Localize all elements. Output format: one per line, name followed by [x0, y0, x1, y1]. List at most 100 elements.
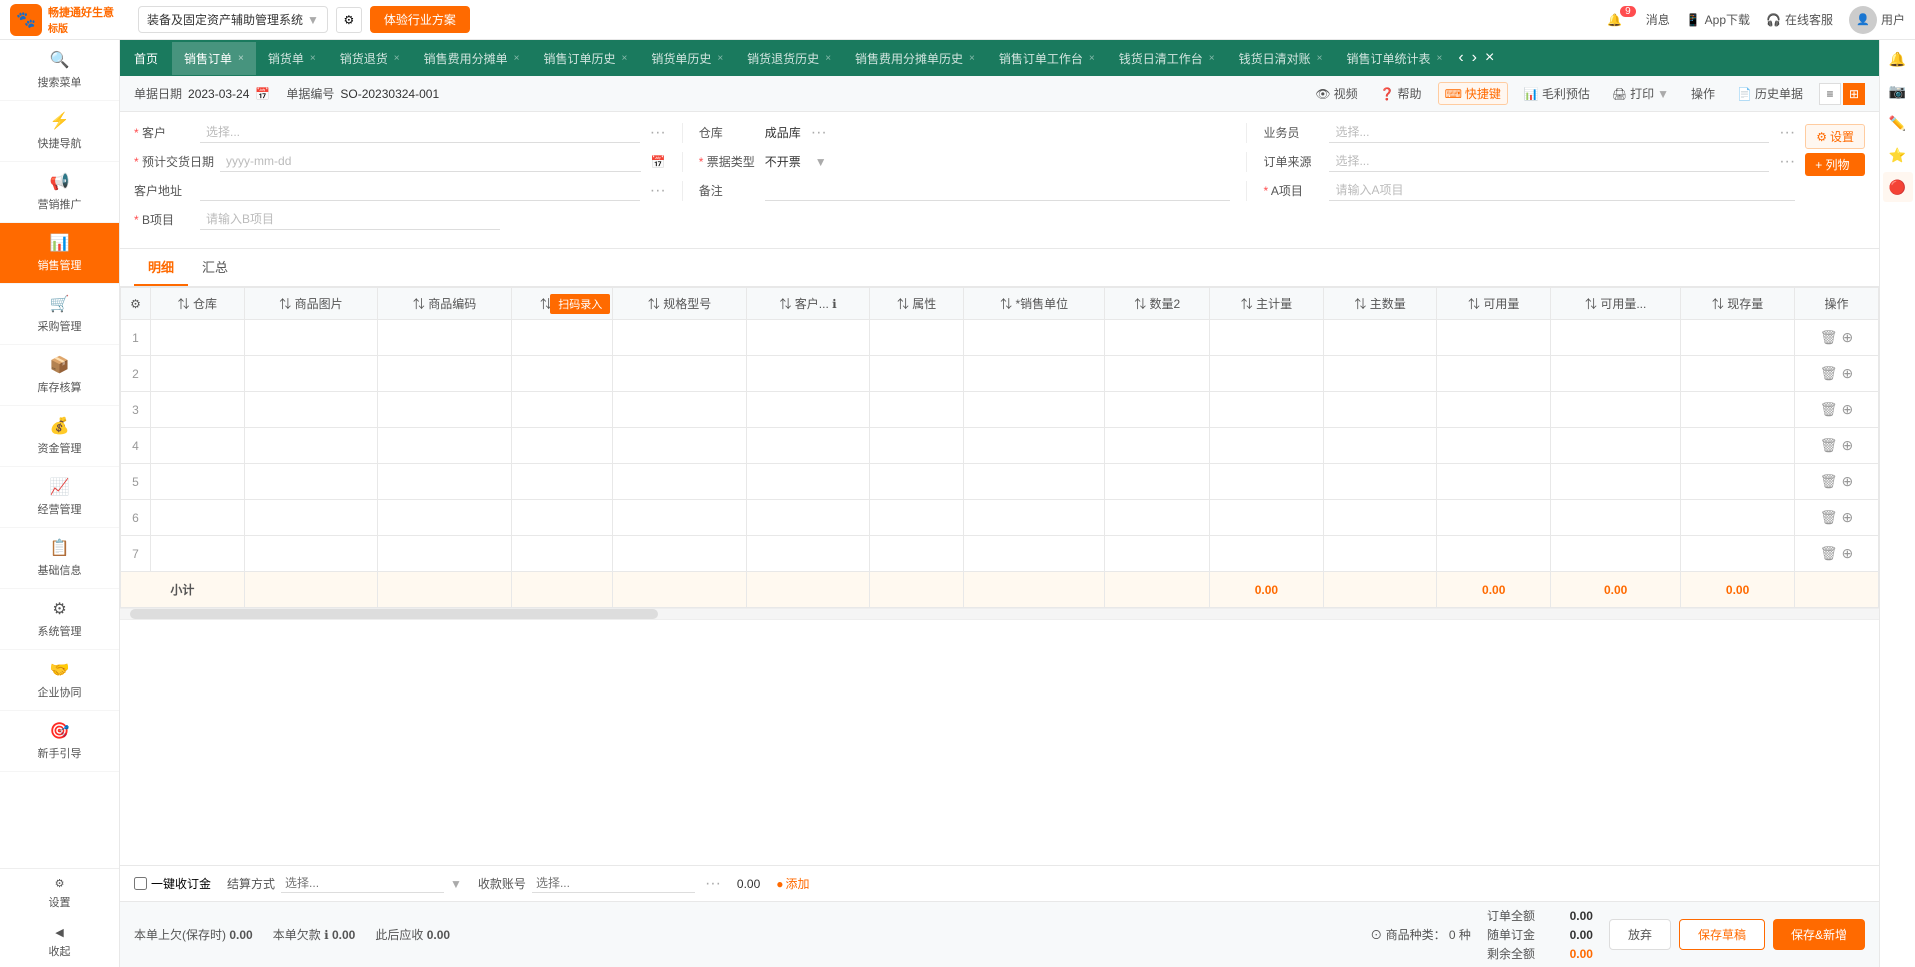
cell-customer-code[interactable]	[746, 536, 869, 572]
cell-available2[interactable]	[1551, 428, 1681, 464]
staff-dots-icon[interactable]: ···	[1779, 124, 1795, 142]
cell-unit[interactable]	[963, 356, 1104, 392]
tab-daily-reconcile[interactable]: 钱货日清对账 ×	[1227, 42, 1335, 75]
tab-prev-icon[interactable]: ‹	[1454, 49, 1467, 67]
cell-qty2[interactable]	[1105, 500, 1210, 536]
cell-image[interactable]	[244, 500, 378, 536]
cell-code[interactable]	[378, 428, 512, 464]
sidebar-item-management[interactable]: 📈 经营管理	[0, 467, 119, 528]
copy-icon[interactable]: ⊕	[1841, 473, 1853, 490]
right-alert-icon[interactable]: 🔴	[1883, 172, 1913, 202]
settings-icon[interactable]: ⚙	[336, 7, 362, 33]
sidebar-collapse-btn[interactable]: ◀ 收起	[0, 918, 119, 967]
cell-action[interactable]: 🗑⊕	[1794, 428, 1878, 464]
cell-available2[interactable]	[1551, 356, 1681, 392]
cell-goods[interactable]	[511, 356, 612, 392]
close-icon[interactable]: ×	[717, 53, 723, 64]
delete-icon[interactable]: 🗑	[1820, 329, 1838, 346]
sidebar-item-basic[interactable]: 📋 基础信息	[0, 528, 119, 589]
save-new-button[interactable]: 保存&新增	[1773, 919, 1865, 950]
cell-attr[interactable]	[870, 500, 964, 536]
print-btn[interactable]: 🖨 打印 ▼	[1606, 83, 1675, 104]
user-btn[interactable]: 👤 用户	[1849, 6, 1905, 34]
close-icon[interactable]: ×	[1209, 53, 1215, 64]
profit-btn[interactable]: 📊 毛利预估	[1518, 83, 1596, 104]
cell-action[interactable]: 🗑⊕	[1794, 464, 1878, 500]
horizontal-scrollbar[interactable]	[120, 608, 1879, 620]
solution-btn[interactable]: 体验行业方案	[370, 6, 470, 33]
cell-action[interactable]: 🗑⊕	[1794, 500, 1878, 536]
copy-icon[interactable]: ⊕	[1841, 509, 1853, 526]
delete-icon[interactable]: 🗑	[1820, 401, 1838, 418]
cell-image[interactable]	[244, 392, 378, 428]
th-qty2[interactable]: ⇅ 数量2	[1105, 288, 1210, 320]
close-icon[interactable]: ×	[621, 53, 627, 64]
cell-action[interactable]: 🗑⊕	[1794, 536, 1878, 572]
cell-customer-code[interactable]	[746, 320, 869, 356]
cell-qty2[interactable]	[1105, 536, 1210, 572]
close-icon[interactable]: ×	[1089, 53, 1095, 64]
cell-attr[interactable]	[870, 356, 964, 392]
cell-customer-code[interactable]	[746, 500, 869, 536]
right-edit-icon[interactable]: ✏️	[1883, 108, 1913, 138]
customer-input[interactable]	[200, 122, 640, 143]
add-col-button[interactable]: + 列物	[1805, 153, 1865, 176]
cell-main-qty[interactable]	[1323, 356, 1437, 392]
cell-image[interactable]	[244, 356, 378, 392]
th-attr[interactable]: ⇅ 属性	[870, 288, 964, 320]
cell-image[interactable]	[244, 320, 378, 356]
cell-unit[interactable]	[963, 464, 1104, 500]
cell-main-qty[interactable]	[1323, 392, 1437, 428]
cell-available[interactable]	[1437, 428, 1551, 464]
sidebar-item-system[interactable]: ⚙ 系统管理	[0, 589, 119, 650]
cell-action[interactable]: 🗑 ⊕	[1794, 320, 1878, 356]
cell-available[interactable]	[1437, 320, 1551, 356]
th-spec[interactable]: ⇅ 规格型号	[613, 288, 747, 320]
cell-attr[interactable]	[870, 428, 964, 464]
cell-main-qty[interactable]	[1323, 320, 1437, 356]
shortcut-btn[interactable]: ⌨ 快捷键	[1438, 82, 1508, 105]
cell-stock[interactable]	[1681, 500, 1795, 536]
invoice-chevron-icon[interactable]: ▼	[815, 155, 827, 169]
tab-next-icon[interactable]: ›	[1468, 49, 1481, 67]
right-notification-icon[interactable]: 🔔	[1883, 44, 1913, 74]
warehouse-dots-icon[interactable]: ···	[811, 124, 827, 142]
delete-icon[interactable]: 🗑	[1820, 545, 1838, 562]
cell-customer-code[interactable]	[746, 428, 869, 464]
close-icon[interactable]: ×	[1436, 53, 1442, 64]
copy-icon[interactable]: ⊕	[1841, 365, 1853, 382]
account-dots-icon[interactable]: ···	[705, 875, 721, 893]
cell-main-measure[interactable]	[1210, 536, 1324, 572]
cell-spec[interactable]	[613, 356, 747, 392]
cell-available2[interactable]	[1551, 392, 1681, 428]
cell-main-measure[interactable]	[1210, 392, 1324, 428]
right-camera-icon[interactable]: 📷	[1883, 76, 1913, 106]
save-draft-button[interactable]: 保存草稿	[1679, 919, 1765, 950]
cell-available2[interactable]	[1551, 464, 1681, 500]
cell-image[interactable]	[244, 464, 378, 500]
th-unit[interactable]: ⇅ *销售单位	[963, 288, 1104, 320]
tab-sales-return[interactable]: 销货退货 ×	[328, 42, 412, 75]
cell-main-qty[interactable]	[1323, 500, 1437, 536]
b-project-input[interactable]	[200, 209, 500, 230]
operation-btn[interactable]: 操作	[1685, 83, 1721, 104]
cell-warehouse[interactable]	[151, 500, 245, 536]
one-click-checkbox[interactable]	[134, 877, 147, 890]
cell-goods[interactable]	[511, 428, 612, 464]
th-available[interactable]: ⇅ 可用量	[1437, 288, 1551, 320]
cell-unit[interactable]	[963, 500, 1104, 536]
cell-warehouse[interactable]	[151, 356, 245, 392]
cell-spec[interactable]	[613, 428, 747, 464]
cell-stock[interactable]	[1681, 428, 1795, 464]
cell-customer-code[interactable]	[746, 392, 869, 428]
delete-icon[interactable]: 🗑	[1820, 365, 1838, 382]
view-btn[interactable]: 👁 视频	[1309, 83, 1363, 104]
copy-icon[interactable]: ⊕	[1841, 545, 1853, 562]
th-image[interactable]: ⇅ 商品图片	[244, 288, 378, 320]
calendar-icon[interactable]: 📅	[255, 87, 270, 101]
delivery-calendar-icon[interactable]: 📅	[651, 155, 666, 169]
tab-sales-order-history[interactable]: 销售订单历史 ×	[531, 42, 639, 75]
th-customer-code[interactable]: ⇅ 客户... ℹ	[746, 288, 869, 320]
cell-qty2[interactable]	[1105, 464, 1210, 500]
staff-input[interactable]	[1329, 122, 1769, 143]
